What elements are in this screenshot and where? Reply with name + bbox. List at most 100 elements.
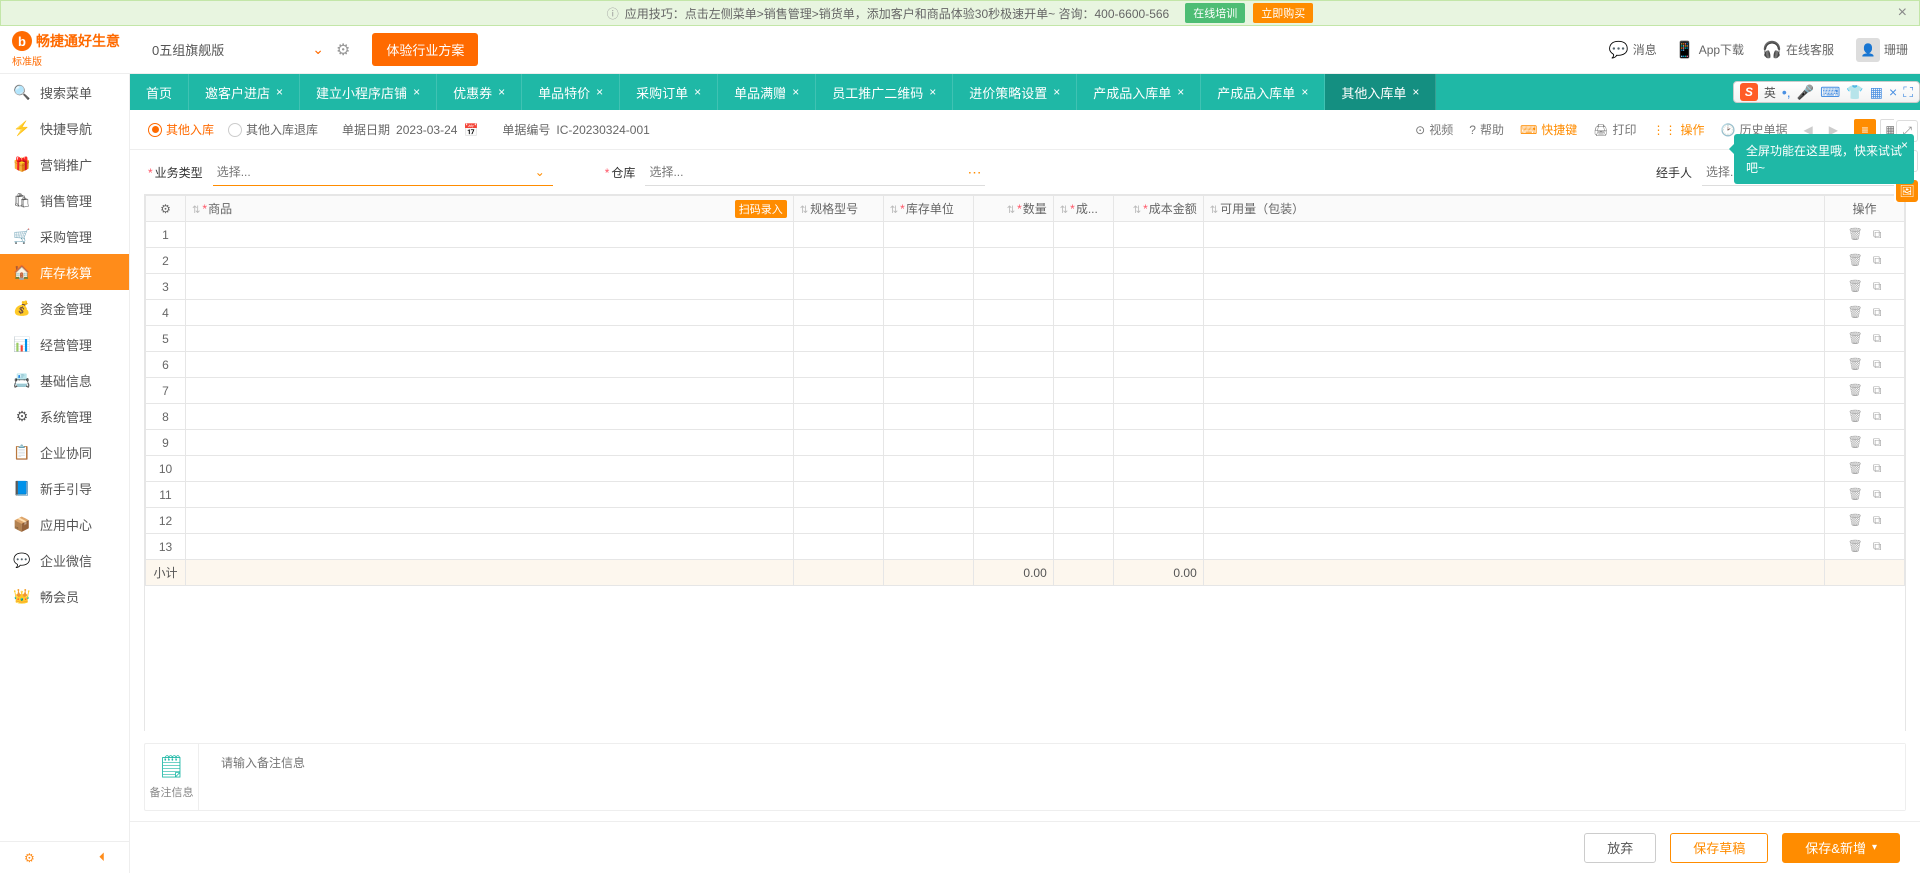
sidebar-item-6[interactable]: 💰资金管理 [0, 290, 129, 326]
tab-11[interactable]: 其他入库单× [1325, 74, 1436, 110]
table-row[interactable]: 8🗑⧉ [146, 404, 1905, 430]
tab-8[interactable]: 进价策略设置× [953, 74, 1077, 110]
tab-9[interactable]: 产成品入库单× [1077, 74, 1201, 110]
messages-link[interactable]: 💬消息 [1609, 40, 1657, 60]
row-copy-icon[interactable]: ⧉ [1873, 435, 1882, 450]
row-copy-icon[interactable]: ⧉ [1873, 253, 1882, 268]
sidebar-item-4[interactable]: 🛒采购管理 [0, 218, 129, 254]
tab-7[interactable]: 员工推广二维码× [816, 74, 953, 110]
row-delete-icon[interactable]: 🗑 [1848, 539, 1863, 554]
sidebar-settings-icon[interactable]: ⚙ [24, 851, 35, 865]
table-row[interactable]: 7🗑⧉ [146, 378, 1905, 404]
row-copy-icon[interactable]: ⧉ [1873, 539, 1882, 554]
table-row[interactable]: 13🗑⧉ [146, 534, 1905, 560]
table-row[interactable]: 1🗑⧉ [146, 222, 1905, 248]
biz-type-select[interactable] [213, 158, 553, 186]
col-cost[interactable]: ⇅*成... [1053, 196, 1113, 222]
sidebar-item-3[interactable]: 🛍销售管理 [0, 182, 129, 218]
sidebar-item-2[interactable]: 🎁营销推广 [0, 146, 129, 182]
ops-link[interactable]: ⋮⋮ 操作 [1653, 121, 1705, 138]
tab-3[interactable]: 优惠券× [437, 74, 522, 110]
tab-close-icon[interactable]: × [596, 85, 603, 99]
org-selector[interactable]: 0五组旗舰版 ⌄ ⚙ 体验行业方案 [148, 33, 478, 66]
table-row[interactable]: 12🗑⧉ [146, 508, 1905, 534]
ime-pin-icon[interactable]: •, [1782, 84, 1791, 100]
row-copy-icon[interactable]: ⧉ [1873, 305, 1882, 320]
table-row[interactable]: 2🗑⧉ [146, 248, 1905, 274]
col-qty[interactable]: ⇅*数量 [973, 196, 1053, 222]
row-delete-icon[interactable]: 🗑 [1848, 435, 1863, 450]
col-spec[interactable]: ⇅规格型号 [793, 196, 883, 222]
sidebar-item-13[interactable]: 💬企业微信 [0, 542, 129, 578]
org-settings-icon[interactable]: ⚙ [336, 40, 350, 60]
banner-close-icon[interactable]: × [1898, 4, 1907, 22]
table-row[interactable]: 4🗑⧉ [146, 300, 1905, 326]
tab-close-icon[interactable]: × [694, 85, 701, 99]
sidebar-item-9[interactable]: ⚙系统管理 [0, 398, 129, 434]
tab-close-icon[interactable]: × [792, 85, 799, 99]
save-draft-button[interactable]: 保存草稿 [1670, 833, 1768, 863]
table-row[interactable]: 6🗑⧉ [146, 352, 1905, 378]
ime-close-icon[interactable]: × [1889, 84, 1897, 100]
col-available[interactable]: ⇅可用量（包装） [1203, 196, 1824, 222]
row-delete-icon[interactable]: 🗑 [1848, 253, 1863, 268]
row-delete-icon[interactable]: 🗑 [1848, 487, 1863, 502]
ime-shirt-icon[interactable]: 👕 [1846, 84, 1863, 101]
row-delete-icon[interactable]: 🗑 [1848, 513, 1863, 528]
tab-2[interactable]: 建立小程序店铺× [300, 74, 437, 110]
discard-button[interactable]: 放弃 [1584, 833, 1656, 863]
row-copy-icon[interactable]: ⧉ [1873, 487, 1882, 502]
row-delete-icon[interactable]: 🗑 [1848, 409, 1863, 424]
radio-other-inbound-return[interactable]: 其他入库退库 [228, 121, 318, 138]
row-delete-icon[interactable]: 🗑 [1848, 331, 1863, 346]
ime-keyboard-icon[interactable]: ⌨ [1820, 84, 1840, 101]
remark-input[interactable] [211, 744, 1905, 810]
row-delete-icon[interactable]: 🗑 [1848, 357, 1863, 372]
tab-1[interactable]: 邀客户进店× [189, 74, 300, 110]
row-delete-icon[interactable]: 🗑 [1848, 305, 1863, 320]
tab-0[interactable]: 首页 [130, 74, 189, 110]
table-row[interactable]: 9🗑⧉ [146, 430, 1905, 456]
sidebar-item-10[interactable]: 📋企业协同 [0, 434, 129, 470]
ime-expand-icon[interactable]: ⛶ [1903, 84, 1913, 101]
more-icon[interactable]: ⋯ [967, 164, 982, 181]
row-copy-icon[interactable]: ⧉ [1873, 409, 1882, 424]
scan-entry-button[interactable]: 扫码录入 [735, 200, 787, 218]
tab-10[interactable]: 产成品入库单× [1201, 74, 1325, 110]
save-new-button[interactable]: 保存&新增▾ [1782, 833, 1900, 863]
tab-close-icon[interactable]: × [276, 85, 283, 99]
row-copy-icon[interactable]: ⧉ [1873, 461, 1882, 476]
row-copy-icon[interactable]: ⧉ [1873, 279, 1882, 294]
row-delete-icon[interactable]: 🗑 [1848, 279, 1863, 294]
ime-toolbar[interactable]: S 英 •, 🎤 ⌨ 👕 ▦ × ⛶ [1733, 81, 1920, 103]
sidebar-item-14[interactable]: 👑畅会员 [0, 578, 129, 614]
tab-close-icon[interactable]: × [1412, 85, 1419, 99]
ime-lang[interactable]: 英 [1764, 84, 1776, 101]
sidebar-item-8[interactable]: 📇基础信息 [0, 362, 129, 398]
tab-close-icon[interactable]: × [929, 85, 936, 99]
sidebar-item-7[interactable]: 📊经营管理 [0, 326, 129, 362]
online-service-link[interactable]: 🎧在线客服 [1762, 40, 1834, 60]
video-link[interactable]: ⊙ 视频 [1415, 121, 1453, 138]
table-row[interactable]: 10🗑⧉ [146, 456, 1905, 482]
warehouse-select[interactable] [645, 158, 985, 186]
help-link[interactable]: ? 帮助 [1469, 121, 1504, 138]
tab-close-icon[interactable]: × [1301, 85, 1308, 99]
ime-mic-icon[interactable]: 🎤 [1797, 84, 1814, 101]
tab-close-icon[interactable]: × [413, 85, 420, 99]
row-copy-icon[interactable]: ⧉ [1873, 513, 1882, 528]
sidebar-item-12[interactable]: 📦应用中心 [0, 506, 129, 542]
row-copy-icon[interactable]: ⧉ [1873, 383, 1882, 398]
tab-4[interactable]: 单品特价× [522, 74, 620, 110]
ime-grid-icon[interactable]: ▦ [1870, 84, 1883, 101]
hotkey-link[interactable]: ⌨ 快捷键 [1520, 121, 1577, 138]
row-copy-icon[interactable]: ⧉ [1873, 227, 1882, 242]
row-delete-icon[interactable]: 🗑 [1848, 227, 1863, 242]
tab-close-icon[interactable]: × [498, 85, 505, 99]
tab-5[interactable]: 采购订单× [620, 74, 718, 110]
print-link[interactable]: 🖨 打印 [1593, 121, 1636, 138]
tab-close-icon[interactable]: × [1177, 85, 1184, 99]
table-row[interactable]: 11🗑⧉ [146, 482, 1905, 508]
sidebar-item-0[interactable]: 🔍搜索菜单 [0, 74, 129, 110]
col-unit[interactable]: ⇅*库存单位 [883, 196, 973, 222]
